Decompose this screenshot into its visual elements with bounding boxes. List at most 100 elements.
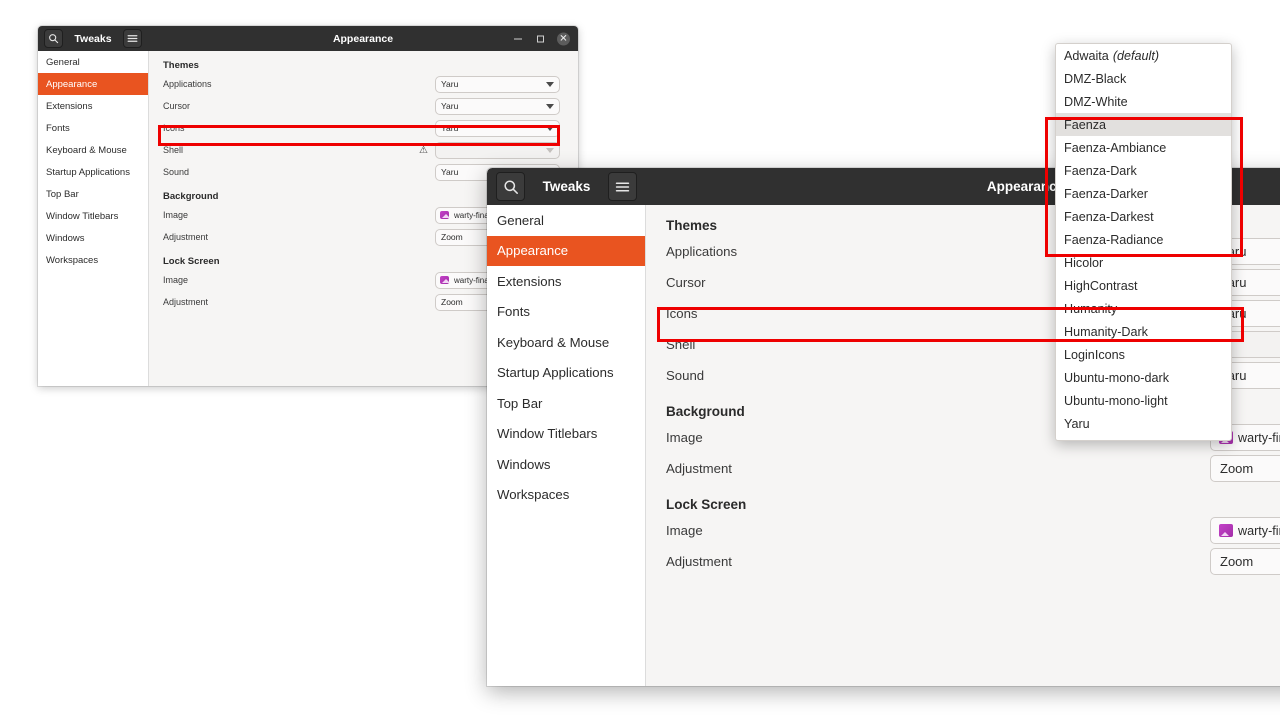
dropdown-shell[interactable] xyxy=(435,141,560,159)
minimize-button-background[interactable] xyxy=(511,32,524,45)
setting-label-sound: Sound xyxy=(666,368,705,383)
icon-theme-dropdown-list[interactable]: Adwaita (default) DMZ-Black DMZ-White Faenza… xyxy=(1055,43,1232,441)
hamburger-menu-icon[interactable] xyxy=(608,172,637,201)
sidebar-item-windows[interactable]: Windows xyxy=(487,449,645,480)
setting-row-cursor: Cursor Yaru xyxy=(163,95,560,117)
search-icon[interactable] xyxy=(44,29,63,48)
sidebar-item-window-titlebars[interactable]: Window Titlebars xyxy=(487,419,645,450)
sidebar-item-label: Appearance xyxy=(46,78,98,90)
setting-label-image: Image xyxy=(163,210,189,220)
file-chooser-image[interactable]: warty-final-ubuntu.png⧉ xyxy=(1210,517,1280,544)
sidebar-item-label: Keyboard & Mouse xyxy=(46,144,127,156)
setting-row-adjustment: Adjustment Zoom xyxy=(666,546,1280,577)
sidebar-item-windows[interactable]: Windows xyxy=(38,227,148,249)
dropdown-option-label: Ubuntu-mono-dark xyxy=(1064,370,1169,385)
setting-row-icons: Icons Yaru xyxy=(163,117,560,139)
sidebar-item-workspaces[interactable]: Workspaces xyxy=(38,249,148,271)
sidebar-item-keyboard-mouse[interactable]: Keyboard & Mouse xyxy=(487,327,645,358)
sidebar-background[interactable]: General Appearance Extensions Fonts Keyboard… xyxy=(38,51,149,386)
sidebar-item-label: Fonts xyxy=(497,304,530,320)
dropdown-option-faenza-darker[interactable]: Faenza-Darker xyxy=(1056,182,1231,205)
page-title-front: Appearance xyxy=(986,179,1065,194)
dropdown-option-ubuntu-mono-dark[interactable]: Ubuntu-mono-dark xyxy=(1056,366,1231,389)
dropdown-adjustment[interactable]: Zoom xyxy=(1210,455,1280,482)
dropdown-option-loginicons[interactable]: LoginIcons xyxy=(1056,343,1231,366)
hamburger-menu-icon[interactable] xyxy=(123,29,142,48)
file-name: warty-final-ubuntu.png xyxy=(1238,523,1280,538)
sidebar-item-top-bar[interactable]: Top Bar xyxy=(487,388,645,419)
dropdown-option-label: Ubuntu-mono-light xyxy=(1064,393,1168,408)
dropdown-option-yaru[interactable]: Yaru xyxy=(1056,412,1231,435)
dropdown-option-label: Faenza-Dark xyxy=(1064,163,1137,178)
sidebar-item-keyboard-mouse[interactable]: Keyboard & Mouse xyxy=(38,139,148,161)
dropdown-option-label: Faenza-Ambiance xyxy=(1064,140,1167,155)
close-button-background[interactable]: ✕ xyxy=(557,32,570,45)
sidebar-item-label: Windows xyxy=(497,456,551,472)
sidebar-item-startup-applications[interactable]: Startup Applications xyxy=(38,161,148,183)
sidebar-item-extensions[interactable]: Extensions xyxy=(38,95,148,117)
sidebar-item-extensions[interactable]: Extensions xyxy=(487,266,645,297)
sidebar-item-label: Keyboard & Mouse xyxy=(497,334,610,350)
sidebar-item-fonts[interactable]: Fonts xyxy=(487,297,645,328)
setting-label-adjustment: Adjustment xyxy=(666,461,732,476)
dropdown-option-label: Faenza-Radiance xyxy=(1064,232,1164,247)
dropdown-cursor[interactable]: Yaru xyxy=(435,97,560,115)
dropdown-option-adwaita[interactable]: Adwaita (default) xyxy=(1056,44,1231,67)
header-right-background: Appearance ✕ xyxy=(148,26,578,51)
dropdown-option-label: Hicolor xyxy=(1064,255,1104,270)
dropdown-option-label: HighContrast xyxy=(1064,278,1138,293)
sidebar-item-label: General xyxy=(46,56,80,68)
page-title-background: Appearance xyxy=(332,32,394,45)
dropdown-option-humanity[interactable]: Humanity xyxy=(1056,297,1231,320)
sidebar-item-label: Appearance xyxy=(497,243,569,259)
dropdown-option-label: Faenza-Darkest xyxy=(1064,209,1154,224)
dropdown-value: Yaru xyxy=(441,101,459,111)
window-controls-background: ✕ xyxy=(511,32,570,45)
sidebar-item-general[interactable]: General xyxy=(38,51,148,73)
sidebar-item-appearance[interactable]: Appearance xyxy=(487,235,645,266)
dropdown-value: Yaru xyxy=(441,123,459,133)
sidebar-item-label: Fonts xyxy=(46,122,70,134)
dropdown-option-label: DMZ-Black xyxy=(1064,71,1127,86)
image-thumbnail-icon xyxy=(440,276,450,284)
dropdown-option-faenza-dark[interactable]: Faenza-Dark xyxy=(1056,159,1231,182)
setting-label-icons: Icons xyxy=(666,306,698,321)
dropdown-option-faenza-darkest[interactable]: Faenza-Darkest xyxy=(1056,205,1231,228)
setting-label-adjustment: Adjustment xyxy=(163,297,209,307)
maximize-button-background[interactable] xyxy=(534,32,547,45)
dropdown-option-humanity-dark[interactable]: Humanity-Dark xyxy=(1056,320,1231,343)
dropdown-value: Zoom xyxy=(1220,461,1254,476)
sidebar-item-appearance[interactable]: Appearance xyxy=(38,73,148,95)
sidebar-item-fonts[interactable]: Fonts xyxy=(38,117,148,139)
dropdown-option-faenza[interactable]: Faenza xyxy=(1056,113,1231,136)
search-icon[interactable] xyxy=(496,172,525,201)
setting-control-adjustment: Zoom xyxy=(1210,548,1280,575)
setting-row-shell: Shell ⚠ xyxy=(163,139,560,161)
dropdown-applications[interactable]: Yaru xyxy=(435,75,560,93)
dropdown-value: Zoom xyxy=(441,232,463,242)
dropdown-option-dmz-black[interactable]: DMZ-Black xyxy=(1056,67,1231,90)
chevron-down-icon xyxy=(546,147,554,153)
sidebar-item-general[interactable]: General xyxy=(487,205,645,236)
setting-control-icons: Yaru xyxy=(435,119,560,137)
dropdown-option-faenza-radiance[interactable]: Faenza-Radiance xyxy=(1056,228,1231,251)
sidebar-item-window-titlebars[interactable]: Window Titlebars xyxy=(38,205,148,227)
dropdown-option-ubuntu-mono-light[interactable]: Ubuntu-mono-light xyxy=(1056,389,1231,412)
header-left-background: Tweaks xyxy=(38,26,148,51)
sidebar-front[interactable]: General Appearance Extensions Fonts Keyboard… xyxy=(487,205,646,686)
sidebar-item-top-bar[interactable]: Top Bar xyxy=(38,183,148,205)
dropdown-adjustment[interactable]: Zoom xyxy=(1210,548,1280,575)
chevron-down-icon xyxy=(546,103,554,109)
dropdown-option-dmz-white[interactable]: DMZ-White xyxy=(1056,90,1231,113)
sidebar-item-workspaces[interactable]: Workspaces xyxy=(487,480,645,511)
dropdown-icons[interactable]: Yaru xyxy=(435,119,560,137)
dropdown-option-highcontrast[interactable]: HighContrast xyxy=(1056,274,1231,297)
image-thumbnail-icon xyxy=(440,211,450,219)
dropdown-option-faenza-ambiance[interactable]: Faenza-Ambiance xyxy=(1056,136,1231,159)
dropdown-option-hicolor[interactable]: Hicolor xyxy=(1056,251,1231,274)
dropdown-value: Yaru xyxy=(441,167,459,177)
sidebar-item-label: Top Bar xyxy=(46,188,79,200)
dropdown-value: Zoom xyxy=(441,297,463,307)
sidebar-item-startup-applications[interactable]: Startup Applications xyxy=(487,358,645,389)
setting-label-applications: Applications xyxy=(666,244,738,259)
